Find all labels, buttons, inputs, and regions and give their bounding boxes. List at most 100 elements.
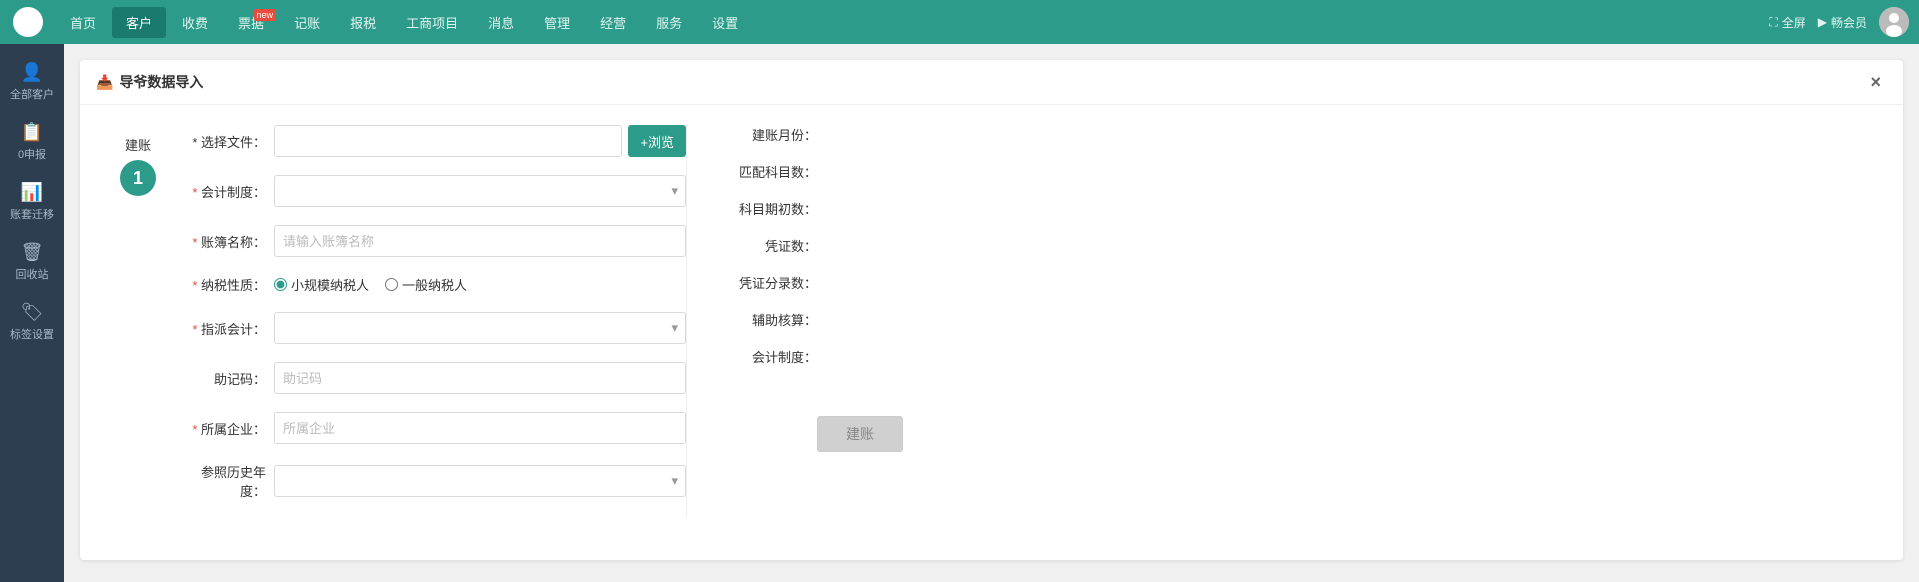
nav-item-business[interactable]: 工商项目 — [392, 7, 472, 38]
company-input[interactable] — [274, 412, 686, 444]
fullscreen-label: 全屏 — [1782, 14, 1806, 31]
vip-icon: ▶ — [1818, 15, 1827, 29]
step-indicator: 建账 1 — [120, 125, 156, 518]
tax-general-text: 一般纳税人 — [402, 275, 467, 294]
tags-icon: 🏷 — [21, 302, 44, 323]
aux-accounting-row: 辅助核算： — [727, 310, 1086, 329]
tax-small-label[interactable]: 小规模纳税人 — [274, 275, 369, 294]
accounting-system-select[interactable] — [274, 175, 686, 207]
tax-general-radio[interactable] — [385, 278, 398, 291]
nav-item-operations[interactable]: 经营 — [586, 7, 640, 38]
file-label: * 选择文件： — [186, 132, 266, 151]
import-panel: 📥 导爷数据导入 × 建账 1 * 选择文件： — [80, 60, 1903, 560]
right-accounting-system-label: 会计制度： — [727, 347, 817, 366]
declare-icon: 📋 — [21, 122, 43, 143]
app-logo: EaRP — [10, 4, 46, 40]
assign-accountant-select-wrapper: ▾ — [274, 312, 686, 344]
tax-type-radio-group: 小规模纳税人 一般纳税人 — [274, 275, 467, 294]
nav-item-bookkeeping[interactable]: 记账 — [280, 7, 334, 38]
file-select-row: * 选择文件： +浏览 — [186, 125, 686, 157]
top-navigation: EaRP 首页 客户 收费 票据new 记账 报税 工商项目 消息 管理 经营 … — [0, 0, 1919, 44]
sidebar-item-declare[interactable]: 📋 0申报 — [0, 114, 64, 170]
accounting-month-row: 建账月份： — [727, 125, 1086, 144]
assign-accountant-label: 指派会计： — [186, 319, 266, 338]
accounting-system-row: 会计制度： ▾ — [186, 175, 686, 207]
memo-code-input[interactable] — [274, 362, 686, 394]
voucher-count-row: 凭证数： — [727, 236, 1086, 255]
nav-item-management[interactable]: 管理 — [530, 7, 584, 38]
file-input-group: +浏览 — [274, 125, 686, 157]
sidebar: 👤 全部客户 📋 0申报 📊 账套迁移 🗑 回收站 🏷 标签设置 — [0, 44, 64, 582]
fullscreen-icon: ⛶ — [1769, 15, 1777, 30]
subject-init-label: 科目期初数： — [727, 199, 817, 218]
tax-type-row: 纳税性质： 小规模纳税人 一般纳税人 — [186, 275, 686, 294]
nav-items: 首页 客户 收费 票据new 记账 报税 工商项目 消息 管理 经营 服务 设置 — [56, 7, 1769, 38]
sidebar-item-migrate[interactable]: 📊 账套迁移 — [0, 174, 64, 230]
ledger-name-row: 账簿名称： — [186, 225, 686, 257]
assign-accountant-select[interactable] — [274, 312, 686, 344]
form-right: 建账月份： 匹配科目数： 科目期初数： 凭证数： — [686, 125, 1086, 518]
nav-item-tax[interactable]: 报税 — [336, 7, 390, 38]
reference-year-label: 参照历史年度： — [186, 462, 266, 500]
migrate-icon: 📊 — [21, 182, 43, 203]
sidebar-item-trash[interactable]: 🗑 回收站 — [0, 234, 64, 290]
right-accounting-system-row: 会计制度： — [727, 347, 1086, 366]
tax-small-text: 小规模纳税人 — [291, 275, 369, 294]
nav-item-messages[interactable]: 消息 — [474, 7, 528, 38]
voucher-count-label: 凭证数： — [727, 236, 817, 255]
all-clients-icon: 👤 — [21, 62, 43, 83]
accounting-system-select-wrapper: ▾ — [274, 175, 686, 207]
svg-text:EaRP: EaRP — [14, 17, 43, 29]
trash-icon: 🗑 — [21, 242, 44, 263]
tax-general-label[interactable]: 一般纳税人 — [385, 275, 467, 294]
form-left: * 选择文件： +浏览 会计制度： ▾ — [186, 125, 686, 518]
tags-label: 标签设置 — [10, 326, 54, 342]
voucher-entries-row: 凭证分录数： — [727, 273, 1086, 292]
company-label: 所属企业： — [186, 419, 266, 438]
nav-item-settings[interactable]: 设置 — [698, 7, 752, 38]
accounting-system-label: 会计制度： — [186, 182, 266, 201]
import-icon: 📥 — [96, 74, 113, 91]
nav-item-service[interactable]: 服务 — [642, 7, 696, 38]
ledger-name-input[interactable] — [274, 225, 686, 257]
panel-title: 导爷数据导入 — [119, 72, 203, 92]
subject-init-row: 科目期初数： — [727, 199, 1086, 218]
all-clients-label: 全部客户 — [10, 86, 54, 102]
main-layout: 👤 全部客户 📋 0申报 📊 账套迁移 🗑 回收站 🏷 标签设置 📥 导爷数据导… — [0, 44, 1919, 582]
step-label: 建账 — [125, 135, 151, 154]
vip-button[interactable]: ▶ 畅会员 — [1818, 14, 1867, 31]
assign-accountant-row: 指派会计： ▾ — [186, 312, 686, 344]
ledger-name-label: 账簿名称： — [186, 232, 266, 251]
nav-item-home[interactable]: 首页 — [56, 7, 110, 38]
sidebar-item-all-clients[interactable]: 👤 全部客户 — [0, 54, 64, 110]
tax-small-radio[interactable] — [274, 278, 287, 291]
reference-year-row: 参照历史年度： ▾ — [186, 462, 686, 500]
declare-label: 0申报 — [18, 146, 46, 162]
sidebar-item-tags[interactable]: 🏷 标签设置 — [0, 294, 64, 350]
voucher-entries-label: 凭证分录数： — [727, 273, 817, 292]
tax-type-label: 纳税性质： — [186, 275, 266, 294]
memo-code-row: 助记码： — [186, 362, 686, 394]
aux-accounting-label: 辅助核算： — [727, 310, 817, 329]
new-badge: new — [254, 9, 277, 21]
nav-right: ⛶ 全屏 ▶ 畅会员 — [1769, 7, 1909, 37]
main-content: 📥 导爷数据导入 × 建账 1 * 选择文件： — [64, 44, 1919, 582]
form-area: 建账 1 * 选择文件： +浏览 会计制度： — [80, 105, 1903, 538]
panel-header: 📥 导爷数据导入 × — [80, 60, 1903, 105]
fullscreen-button[interactable]: ⛶ 全屏 — [1769, 14, 1805, 31]
user-avatar[interactable] — [1879, 7, 1909, 37]
migrate-label: 账套迁移 — [10, 206, 54, 222]
accounting-month-label: 建账月份： — [727, 125, 817, 144]
file-text-input[interactable] — [274, 125, 622, 157]
nav-item-billing[interactable]: 收费 — [168, 7, 222, 38]
memo-code-label: 助记码： — [186, 369, 266, 388]
reference-year-select[interactable] — [274, 465, 686, 497]
nav-item-tickets[interactable]: 票据new — [224, 7, 278, 38]
create-account-button[interactable]: 建账 — [817, 416, 903, 452]
browse-button[interactable]: +浏览 — [628, 125, 686, 157]
company-row: 所属企业： — [186, 412, 686, 444]
match-subjects-row: 匹配科目数： — [727, 162, 1086, 181]
nav-item-clients[interactable]: 客户 — [112, 7, 166, 38]
step-circle: 1 — [120, 160, 156, 196]
close-button[interactable]: × — [1864, 70, 1887, 95]
